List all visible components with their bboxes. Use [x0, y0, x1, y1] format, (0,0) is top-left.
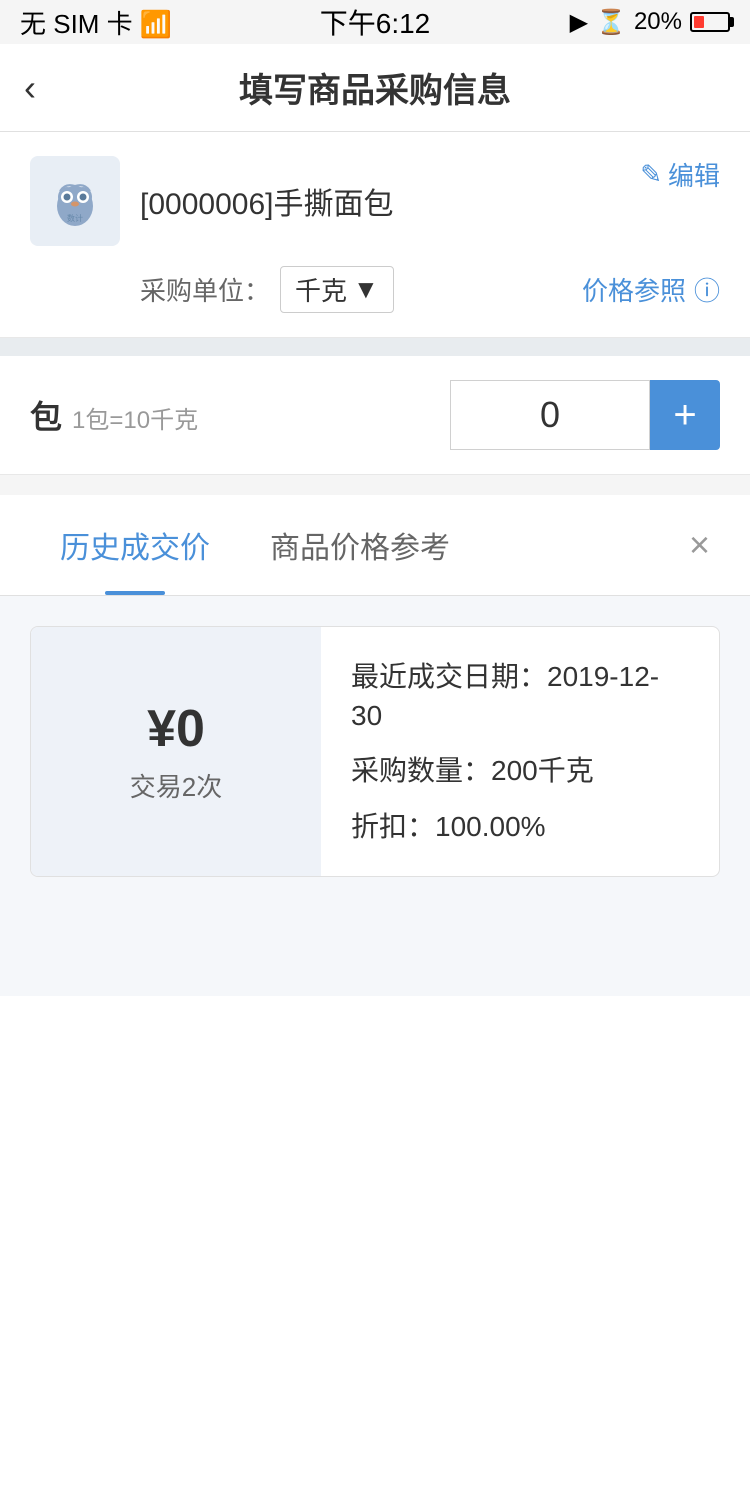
history-content: ¥0 交易2次 最近成交日期：2019-12-30 采购数量：200千克 折扣：…	[0, 596, 750, 996]
edit-icon: ✎	[640, 159, 662, 190]
price-amount: ¥0	[147, 699, 205, 759]
product-name: [0000006]手撕面包	[140, 179, 393, 223]
nav-bar: ‹ 填写商品采购信息	[0, 44, 750, 132]
qty-label: 采购数量：	[351, 755, 491, 786]
status-right-group: ▶ ⏳ 20%	[570, 8, 730, 37]
status-bar: 无 SIM 卡 📶 下午6:12 ▶ ⏳ 20%	[0, 0, 750, 44]
discount-label: 折扣：	[351, 811, 435, 842]
tab-bar: 历史成交价 商品价格参考 ×	[0, 495, 750, 596]
recent-date-label: 最近成交日期：	[351, 661, 547, 692]
quantity-label: 包 1包=10千克	[30, 392, 198, 438]
quantity-unit: 包	[30, 392, 62, 438]
tab-history-price[interactable]: 历史成交价	[30, 495, 240, 595]
status-time: 下午6:12	[320, 2, 431, 42]
quantity-increment-button[interactable]: +	[650, 380, 720, 450]
product-bottom-row: 采购单位： 千克 ▼ 价格参照 ⓘ	[140, 266, 720, 313]
status-location-icon: ▶	[570, 8, 588, 37]
tab-items: 历史成交价 商品价格参考	[30, 495, 480, 595]
quantity-value: 0	[540, 394, 560, 436]
price-left-panel: ¥0 交易2次	[31, 627, 321, 876]
product-icon: 数计	[30, 156, 120, 246]
status-network: 无 SIM 卡 📶	[20, 4, 172, 41]
section-divider	[0, 338, 750, 356]
status-alarm-icon: ⏳	[596, 8, 626, 37]
tab-product-price-ref[interactable]: 商品价格参考	[240, 495, 480, 595]
unit-prefix: 采购单位：	[140, 271, 270, 308]
price-ref-label: 价格参照	[582, 271, 686, 308]
edit-button[interactable]: ✎ 编辑	[640, 156, 720, 193]
edit-label: 编辑	[668, 156, 720, 193]
price-quantity: 采购数量：200千克	[351, 751, 689, 790]
unit-select[interactable]: 千克 ▼	[280, 266, 394, 313]
qty-value: 200千克	[491, 755, 594, 786]
status-battery-percent: 20%	[634, 8, 682, 36]
price-right-panel: 最近成交日期：2019-12-30 采购数量：200千克 折扣：100.00%	[321, 627, 719, 876]
price-card: ¥0 交易2次 最近成交日期：2019-12-30 采购数量：200千克 折扣：…	[30, 626, 720, 877]
price-ref-info-icon: ⓘ	[694, 271, 720, 308]
price-count: 交易2次	[130, 767, 222, 804]
price-ref-button[interactable]: 价格参照 ⓘ	[582, 271, 720, 308]
page-title: 填写商品采购信息	[239, 63, 511, 112]
product-left: 数计 [0000006]手撕面包	[30, 156, 393, 246]
page-rest	[0, 996, 750, 1496]
svg-text:数计: 数计	[67, 213, 83, 223]
battery-indicator	[690, 12, 730, 32]
quantity-controls: 0 +	[450, 380, 720, 450]
unit-dropdown-icon: ▼	[353, 274, 379, 305]
back-button[interactable]: ‹	[24, 67, 36, 109]
battery-fill	[694, 16, 704, 28]
discount-value: 100.00%	[435, 811, 546, 842]
close-button[interactable]: ×	[679, 514, 720, 576]
quantity-conversion: 1包=10千克	[72, 400, 198, 435]
quantity-row: 包 1包=10千克 0 +	[0, 356, 750, 475]
unit-label: 采购单位： 千克 ▼	[140, 266, 394, 313]
product-card: 数计 [0000006]手撕面包 ✎ 编辑 采购单位： 千克 ▼ 价格参照 ⓘ	[0, 132, 750, 338]
quantity-input[interactable]: 0	[450, 380, 650, 450]
unit-value: 千克	[295, 271, 347, 308]
price-recent-date: 最近成交日期：2019-12-30	[351, 657, 689, 735]
price-discount: 折扣：100.00%	[351, 807, 689, 846]
product-top-row: 数计 [0000006]手撕面包 ✎ 编辑	[30, 156, 720, 246]
owl-icon: 数计	[45, 171, 105, 231]
